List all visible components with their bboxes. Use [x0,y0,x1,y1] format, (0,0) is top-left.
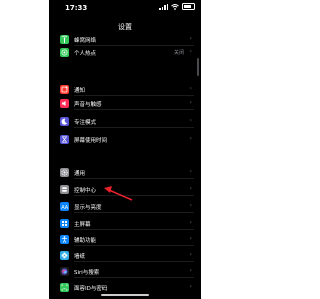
settings-row-label: 显示与亮度 [74,205,102,211]
hotspot-status: 关闭 [173,50,184,56]
settings-row-home-screen[interactable]: 主屏幕 › [59,217,194,230]
chevron-right-icon: › [189,117,192,124]
page-title: 设置 [118,23,132,31]
phone-screen: 17:33 设置 蜂窝网络 › 个人热点 关闭 › 通知 › 声音与触感 › 专… [49,0,201,299]
settings-row-label: 通用 [74,171,86,177]
cellular-signal-icon [159,3,168,10]
wifi-icon [171,3,179,10]
chevron-right-icon: › [189,251,192,258]
gear-icon [60,168,69,177]
row-divider [74,195,194,196]
settings-row-label: 个人热点 [74,51,97,57]
row-divider [74,261,194,262]
chevron-right-icon: › [189,185,192,192]
chevron-right-icon: › [189,135,192,142]
settings-row-notifications[interactable]: 通知 › [59,83,194,96]
settings-row-label: 面容ID与密码 [74,286,108,292]
settings-row-label: 辅助功能 [74,238,97,244]
row-divider [74,95,194,96]
hourglass-icon [60,135,69,144]
scroll-indicator[interactable] [197,58,199,76]
antenna-icon [60,35,69,44]
chevron-right-icon: › [189,202,192,209]
home-grid-icon [60,219,69,228]
settings-row-label: 屏幕使用时间 [74,138,108,144]
status-icons [159,3,195,10]
chevron-right-icon: › [189,99,192,106]
settings-row-sounds[interactable]: 声音与触感 › [59,97,194,110]
aa-icon: AA [60,202,69,211]
status-time: 17:33 [65,4,88,12]
settings-row-focus[interactable]: 专注模式 › [59,115,194,128]
accessibility-icon [60,235,69,244]
flower-icon [60,251,69,260]
settings-row-label: 蜂窝网络 [74,38,97,44]
settings-row-accessibility[interactable]: 辅助功能 › [59,233,194,246]
chevron-right-icon: › [189,85,192,92]
row-divider [74,127,194,128]
chevron-right-icon: › [189,48,192,55]
moon-icon [60,117,69,126]
battery-icon [182,3,195,10]
chevron-right-icon: › [189,267,192,274]
chevron-right-icon: › [189,219,192,226]
chevron-right-icon: › [189,235,192,242]
settings-row-label: 声音与触感 [74,102,102,108]
notification-icon [60,85,69,94]
settings-row-label: 主屏幕 [74,222,91,228]
siri-icon [60,267,69,276]
settings-row-wallpaper[interactable]: 墙纸 › [59,249,194,262]
row-divider [74,212,194,213]
row-divider [74,178,194,179]
chevron-right-icon: › [189,283,192,290]
speaker-icon [60,99,69,108]
settings-row-screen-time[interactable]: 屏幕使用时间 › [59,133,194,146]
settings-row-label: 控制中心 [74,188,97,194]
settings-row-label: Siri与搜索 [74,270,100,276]
settings-row-label: 墙纸 [74,254,86,260]
row-divider [74,245,194,246]
settings-row-label: 通知 [74,88,86,94]
settings-row-hotspot[interactable]: 个人热点 关闭 › [59,46,194,59]
row-divider [74,229,194,230]
settings-row-display[interactable]: AA 显示与亮度 › [59,200,194,213]
hotspot-icon [60,48,69,57]
settings-row-label: 专注模式 [74,120,97,126]
row-divider [74,277,194,278]
row-divider [74,109,194,110]
settings-row-cellular[interactable]: 蜂窝网络 › [59,33,194,46]
home-indicator [101,294,149,296]
status-bar: 17:33 [49,0,201,16]
svg-text:AA: AA [61,205,69,211]
chevron-right-icon: › [189,168,192,175]
settings-row-control-center[interactable]: 控制中心 › [59,183,194,196]
chevron-right-icon: › [189,35,192,42]
faceid-icon [60,283,69,292]
settings-row-faceid[interactable]: 面容ID与密码 › [59,281,194,294]
settings-row-general[interactable]: 通用 › [59,166,194,179]
settings-row-siri[interactable]: Siri与搜索 › [59,265,194,278]
switches-icon [60,185,69,194]
